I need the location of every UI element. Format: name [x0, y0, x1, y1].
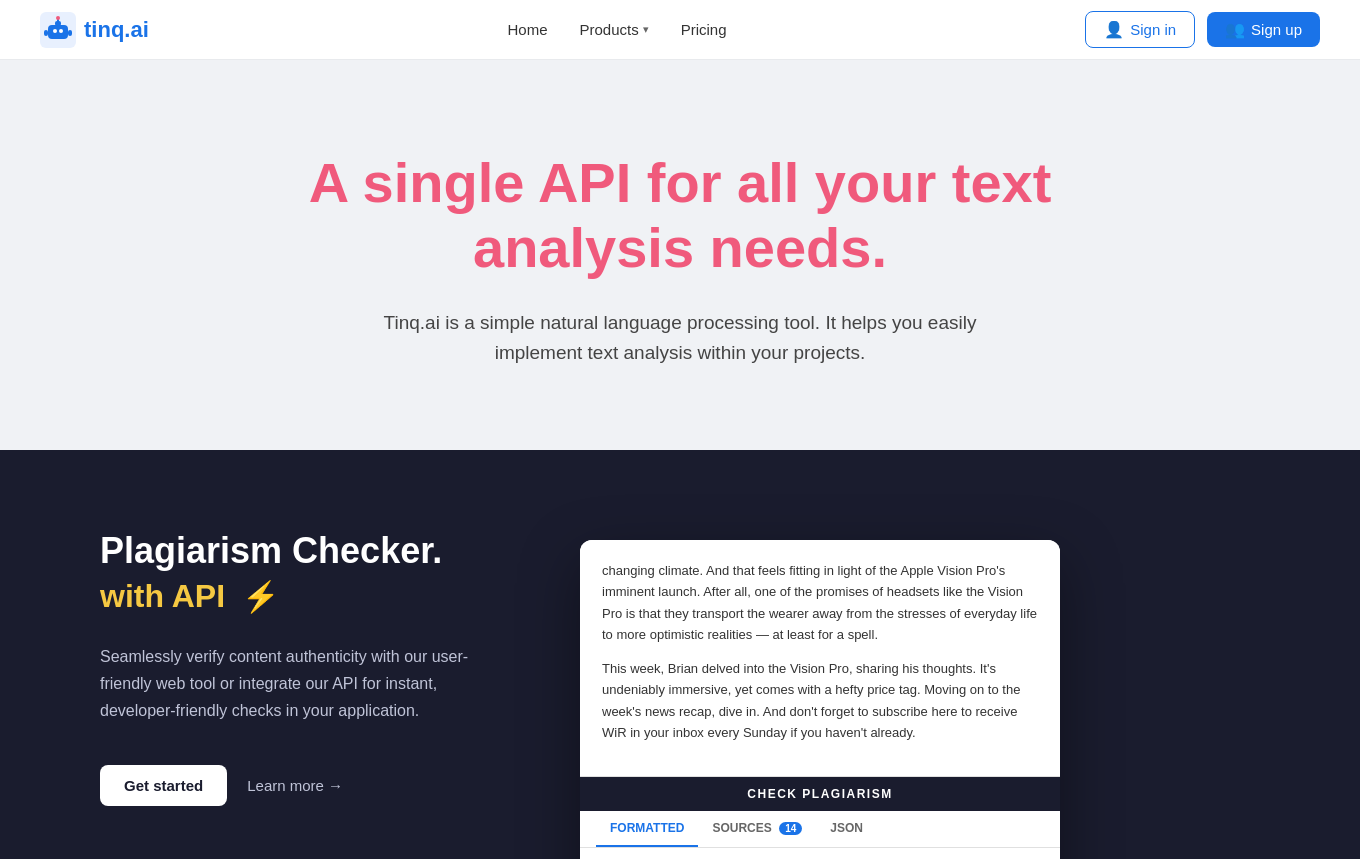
demo-text-p2: This week, Brian delved into the Vision …	[602, 658, 1038, 744]
svg-rect-7	[44, 30, 48, 36]
hero-section: A single API for all your text analysis …	[0, 60, 1360, 450]
demo-text-p1: changing climate. And that feels fitting…	[602, 560, 1038, 646]
dark-description: Seamlessly verify content authenticity w…	[100, 643, 480, 725]
user-plus-icon: 👥	[1225, 20, 1245, 39]
chevron-down-icon: ▾	[643, 23, 649, 36]
nav-products[interactable]: Products ▾	[565, 13, 662, 46]
tab-formatted[interactable]: FORMATTED	[596, 811, 698, 847]
svg-point-6	[56, 16, 60, 20]
svg-rect-3	[59, 29, 63, 33]
hero-title: A single API for all your text analysis …	[280, 151, 1080, 280]
dark-title: Plagiarism Checker.	[100, 530, 520, 572]
dark-section: Plagiarism Checker. with API ⚡ Seamlessl…	[0, 450, 1360, 859]
nav-links: Home Products ▾ Pricing	[493, 13, 740, 46]
navbar: tinq.ai Home Products ▾ Pricing 👤 Sign i…	[0, 0, 1360, 60]
learn-more-button[interactable]: Learn more →	[247, 777, 343, 794]
signup-button[interactable]: 👥 Sign up	[1207, 12, 1320, 47]
sources-badge: 14	[779, 822, 802, 835]
get-started-button[interactable]: Get started	[100, 765, 227, 806]
svg-rect-1	[48, 25, 68, 39]
dark-left-content: Plagiarism Checker. with API ⚡ Seamlessl…	[100, 510, 520, 806]
demo-text-area: changing climate. And that feels fitting…	[580, 540, 1060, 777]
demo-tabs: FORMATTED SOURCES 14 JSON	[580, 811, 1060, 848]
svg-rect-8	[68, 30, 72, 36]
tab-json[interactable]: JSON	[816, 811, 877, 847]
logo-link[interactable]: tinq.ai	[40, 12, 149, 48]
check-plagiarism-bar[interactable]: CHECK PLAGIARISM	[580, 777, 1060, 811]
svg-rect-2	[53, 29, 57, 33]
bolt-icon: ⚡	[242, 580, 279, 613]
logo-icon	[40, 12, 76, 48]
nav-home[interactable]: Home	[493, 13, 561, 46]
logo-text: tinq.ai	[84, 17, 149, 43]
dark-actions: Get started Learn more →	[100, 765, 520, 806]
demo-card: changing climate. And that feels fitting…	[580, 540, 1060, 859]
demo-report: Plagiarism report Similarities found on …	[580, 848, 1060, 860]
signin-button[interactable]: 👤 Sign in	[1085, 11, 1195, 48]
hero-subtitle: Tinq.ai is a simple natural language pro…	[340, 308, 1020, 369]
tab-sources[interactable]: SOURCES 14	[698, 811, 816, 847]
nav-actions: 👤 Sign in 👥 Sign up	[1085, 11, 1320, 48]
nav-pricing[interactable]: Pricing	[667, 13, 741, 46]
dark-subtitle: with API ⚡	[100, 578, 520, 615]
user-icon: 👤	[1104, 20, 1124, 39]
